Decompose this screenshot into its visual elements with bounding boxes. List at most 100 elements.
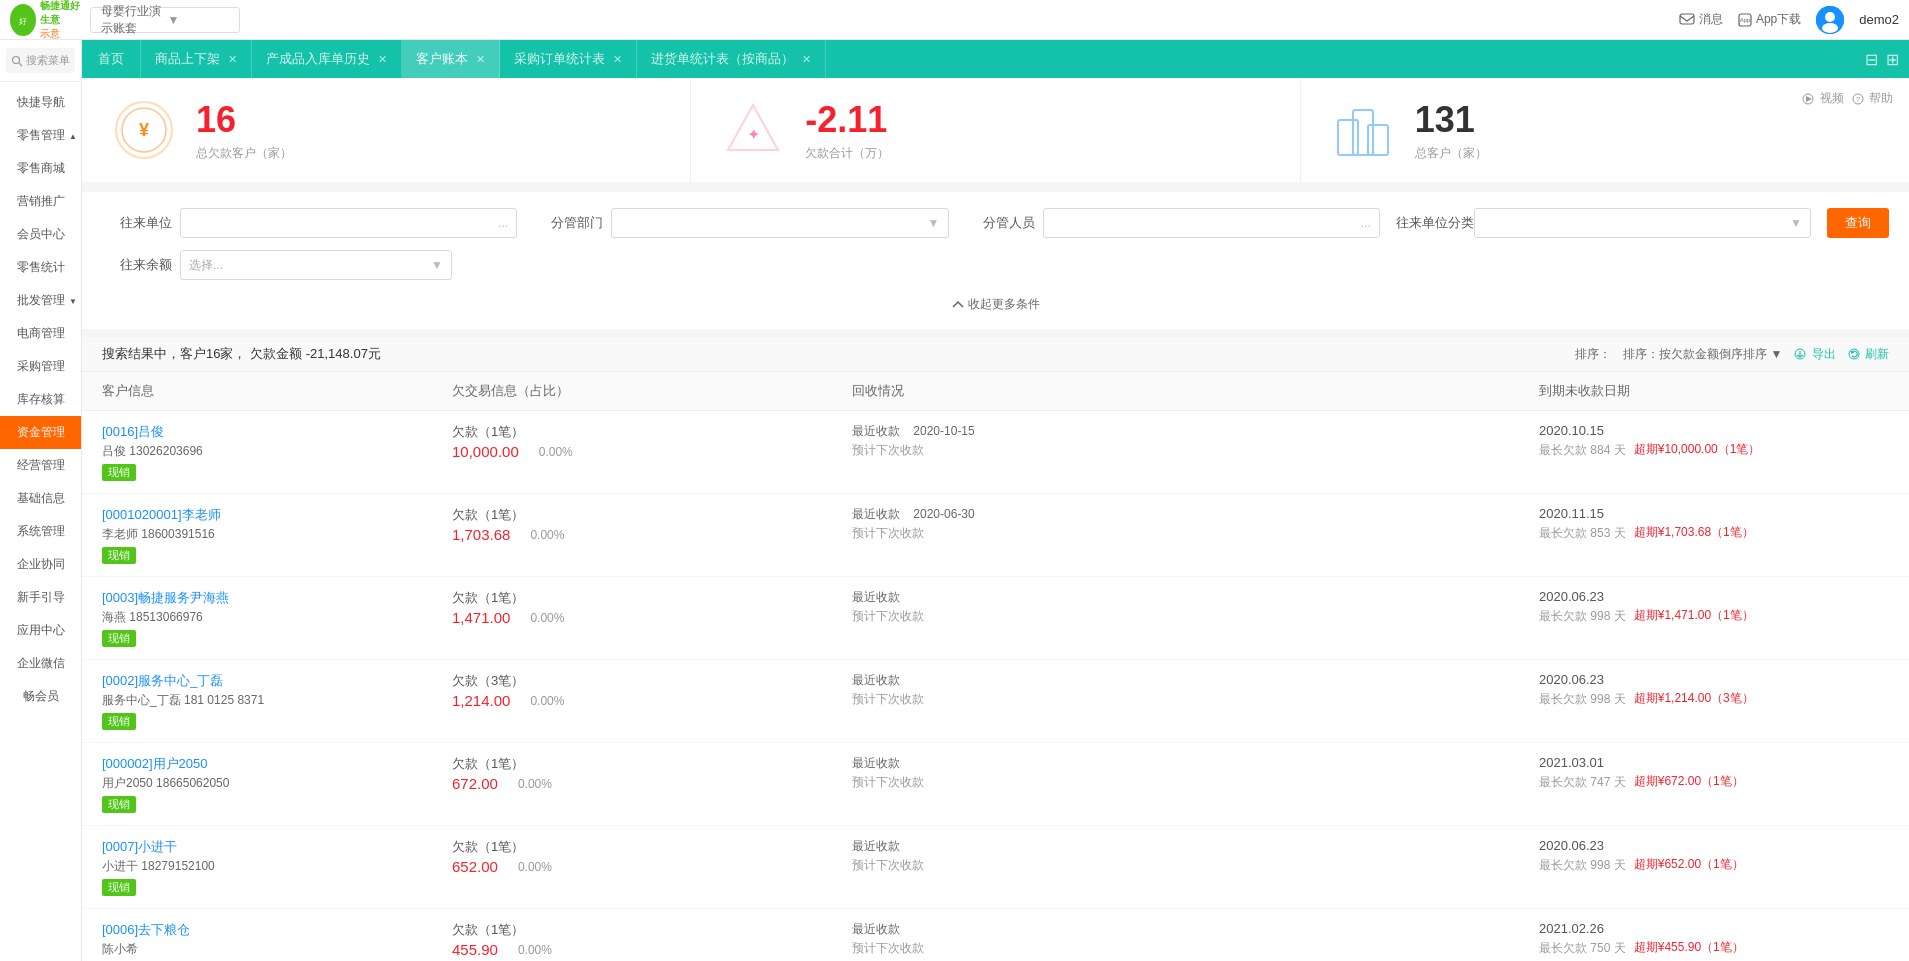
svg-text:?: ? bbox=[1856, 96, 1860, 103]
sidebar-item-free-member[interactable]: 畅会员 bbox=[0, 680, 81, 713]
stat-info-total-debt: -2.11 欠款合计（万） bbox=[805, 99, 1269, 162]
customer-tag: 现销 bbox=[102, 630, 136, 647]
sort-select[interactable]: 排序：按欠款金额倒序排序 ▼ bbox=[1623, 346, 1782, 363]
collapse-label: 收起更多条件 bbox=[968, 296, 1040, 313]
tab-stock-stats-label: 进货单统计表（按商品） bbox=[651, 50, 794, 68]
tab-product-stock-history-label: 产成品入库单历史 bbox=[266, 50, 370, 68]
svg-point-7 bbox=[1822, 23, 1838, 33]
tab-product-stock-history-close[interactable]: ✕ bbox=[378, 53, 387, 66]
overdue-days: 最长欠款 998 天 bbox=[1539, 857, 1626, 874]
tabs-end-area: ⊟ ⊞ bbox=[1855, 40, 1909, 78]
sidebar-item-quick-nav[interactable]: 快捷导航 bbox=[0, 86, 81, 119]
due-date: 2021.03.01 bbox=[1539, 755, 1889, 770]
tab-minimize-btn[interactable]: ⊟ bbox=[1865, 50, 1878, 69]
store-selector[interactable]: 母婴行业演示账套 ▼ bbox=[90, 7, 240, 33]
top-right-area: 消息 App App下载 demo2 bbox=[1679, 6, 1899, 34]
sidebar-item-batch-mgmt[interactable]: 批发管理 bbox=[0, 284, 81, 317]
sidebar-item-basic-info[interactable]: 基础信息 bbox=[0, 482, 81, 515]
debt-info-cell: 欠款（1笔） 1,703.68 0.00% bbox=[452, 506, 852, 543]
sidebar-item-app-center[interactable]: 应用中心 bbox=[0, 614, 81, 647]
tab-purchase-order-stats[interactable]: 采购订单统计表 ✕ bbox=[500, 40, 637, 78]
stat-info-total-customers: 131 总客户（家） bbox=[1415, 99, 1879, 162]
due-date-cell: 2020.06.23 最长欠款 998 天 超期¥1,471.00（1笔） bbox=[1539, 589, 1889, 625]
tab-home[interactable]: 首页 bbox=[82, 40, 141, 78]
sidebar-item-finance[interactable]: 资金管理 bbox=[0, 416, 81, 449]
overdue-days: 最长欠款 853 天 bbox=[1539, 525, 1626, 542]
filter-select-balance[interactable]: 选择... ▼ bbox=[180, 250, 452, 280]
overdue-amount-link[interactable]: 超期¥1,214.00（3笔） bbox=[1634, 690, 1754, 707]
sidebar-item-system[interactable]: 系统管理 bbox=[0, 515, 81, 548]
debt-count: 欠款（1笔） bbox=[452, 755, 852, 773]
sidebar-item-retail-mall[interactable]: 零售商城 bbox=[0, 152, 81, 185]
filter-item-balance: 往来余额 选择... ▼ bbox=[102, 250, 452, 280]
video-btn[interactable]: 视频 bbox=[1802, 90, 1843, 107]
sidebar-item-ecommerce[interactable]: 电商管理 bbox=[0, 317, 81, 350]
filter-input-unit[interactable]: ... bbox=[180, 208, 517, 238]
sidebar-search-btn[interactable]: 搜索菜单 bbox=[6, 48, 75, 73]
user-avatar[interactable] bbox=[1816, 6, 1844, 34]
filter-input-unit-type[interactable]: ▼ bbox=[1474, 208, 1811, 238]
sidebar-item-retail-mgmt[interactable]: 零售管理 bbox=[0, 119, 81, 152]
sidebar-item-inventory[interactable]: 库存核算 bbox=[0, 383, 81, 416]
tab-stock-stats[interactable]: 进货单统计表（按商品） ✕ bbox=[637, 40, 826, 78]
main-layout: 搜索菜单 快捷导航 零售管理 零售商城 营销推广 会员中心 零售统计 批发管理 … bbox=[0, 40, 1909, 961]
sidebar-item-operations[interactable]: 经营管理 bbox=[0, 449, 81, 482]
data-table: 客户信息 欠交易信息（占比） 回收情况 到期未收款日期 [0016]吕俊 吕俊 … bbox=[82, 372, 1909, 961]
sidebar-item-new-guide[interactable]: 新手引导 bbox=[0, 581, 81, 614]
overdue-amount-link[interactable]: 超期¥672.00（1笔） bbox=[1634, 773, 1744, 790]
collapse-btn[interactable]: 收起更多条件 bbox=[952, 296, 1040, 313]
customer-info-cell: [0007]小进干 小进干 18279152100 现销 bbox=[102, 838, 452, 896]
tab-products-listing-close[interactable]: ✕ bbox=[228, 53, 237, 66]
sidebar-item-retail-stats[interactable]: 零售统计 bbox=[0, 251, 81, 284]
due-date: 2020.11.15 bbox=[1539, 506, 1889, 521]
svg-rect-2 bbox=[1680, 14, 1694, 24]
customer-phone: 吕俊 13026203696 bbox=[102, 443, 452, 460]
customer-name-link[interactable]: [0006]去下粮仓 bbox=[102, 922, 190, 937]
debt-ratio: 0.00% bbox=[530, 694, 564, 708]
customer-info-cell: [0016]吕俊 吕俊 13026203696 现销 bbox=[102, 423, 452, 481]
customer-name-link[interactable]: [0003]畅捷服务尹海燕 bbox=[102, 590, 229, 605]
overdue-amount-link[interactable]: 超期¥455.90（1笔） bbox=[1634, 939, 1744, 956]
search-button[interactable]: 查询 bbox=[1827, 208, 1889, 238]
svg-line-9 bbox=[19, 63, 22, 66]
overdue-amount-link[interactable]: 超期¥652.00（1笔） bbox=[1634, 856, 1744, 873]
debt-ratio: 0.00% bbox=[518, 777, 552, 791]
tab-stock-stats-close[interactable]: ✕ bbox=[802, 53, 811, 66]
customer-name-link[interactable]: [000002]用户2050 bbox=[102, 756, 208, 771]
filter-input-person[interactable]: ... bbox=[1043, 208, 1380, 238]
filter-dept-arrow: ▼ bbox=[928, 216, 940, 230]
export-btn[interactable]: 导出 bbox=[1794, 346, 1835, 363]
sidebar-item-purchase[interactable]: 采购管理 bbox=[0, 350, 81, 383]
stat-card-total-customers: 131 总客户（家） 视频 ? 帮助 bbox=[1301, 78, 1909, 182]
filter-label-person: 分管人员 bbox=[965, 214, 1035, 232]
stat-icon-total-debt: ✦ bbox=[721, 98, 785, 162]
customer-name-link[interactable]: [0007]小进干 bbox=[102, 839, 177, 854]
overdue-amount-link[interactable]: 超期¥10,000.00（1笔） bbox=[1634, 441, 1761, 458]
tab-customer-accounts-close[interactable]: ✕ bbox=[476, 53, 485, 66]
sidebar-item-enterprise-wechat[interactable]: 企业微信 bbox=[0, 647, 81, 680]
tab-purchase-order-stats-close[interactable]: ✕ bbox=[613, 53, 622, 66]
app-download-btn[interactable]: App App下载 bbox=[1738, 11, 1801, 28]
filter-input-dept[interactable]: ▼ bbox=[611, 208, 948, 238]
message-btn[interactable]: 消息 bbox=[1679, 11, 1723, 28]
customer-name-link[interactable]: [0002]服务中心_丁磊 bbox=[102, 673, 223, 688]
tab-product-stock-history[interactable]: 产成品入库单历史 ✕ bbox=[252, 40, 402, 78]
tab-customer-accounts[interactable]: 客户账本 ✕ bbox=[402, 40, 500, 78]
refresh-btn[interactable]: 刷新 bbox=[1848, 346, 1889, 363]
tab-products-listing[interactable]: 商品上下架 ✕ bbox=[141, 40, 252, 78]
sidebar-item-member[interactable]: 会员中心 bbox=[0, 218, 81, 251]
sidebar-item-enterprise[interactable]: 企业协同 bbox=[0, 548, 81, 581]
table-row: [0002]服务中心_丁磊 服务中心_丁磊 181 0125 8371 现销 欠… bbox=[82, 660, 1909, 743]
customer-name-link[interactable]: [0001020001]李老师 bbox=[102, 507, 221, 522]
user-name[interactable]: demo2 bbox=[1859, 12, 1899, 27]
customer-name-link[interactable]: [0016]吕俊 bbox=[102, 424, 164, 439]
due-date-cell: 2020.06.23 最长欠款 998 天 超期¥652.00（1笔） bbox=[1539, 838, 1889, 874]
tab-maximize-btn[interactable]: ⊞ bbox=[1886, 50, 1899, 69]
overdue-amount-link[interactable]: 超期¥1,703.68（1笔） bbox=[1634, 524, 1754, 541]
due-date: 2021.02.26 bbox=[1539, 921, 1889, 936]
return-info-cell: 最近收款 预计下次收款 bbox=[852, 589, 1539, 625]
help-btn[interactable]: ? 帮助 bbox=[1852, 90, 1893, 107]
overdue-amount-link[interactable]: 超期¥1,471.00（1笔） bbox=[1634, 607, 1754, 624]
sidebar-item-marketing[interactable]: 营销推广 bbox=[0, 185, 81, 218]
filter-row-1: 往来单位 ... 分管部门 ▼ bbox=[102, 208, 1889, 238]
